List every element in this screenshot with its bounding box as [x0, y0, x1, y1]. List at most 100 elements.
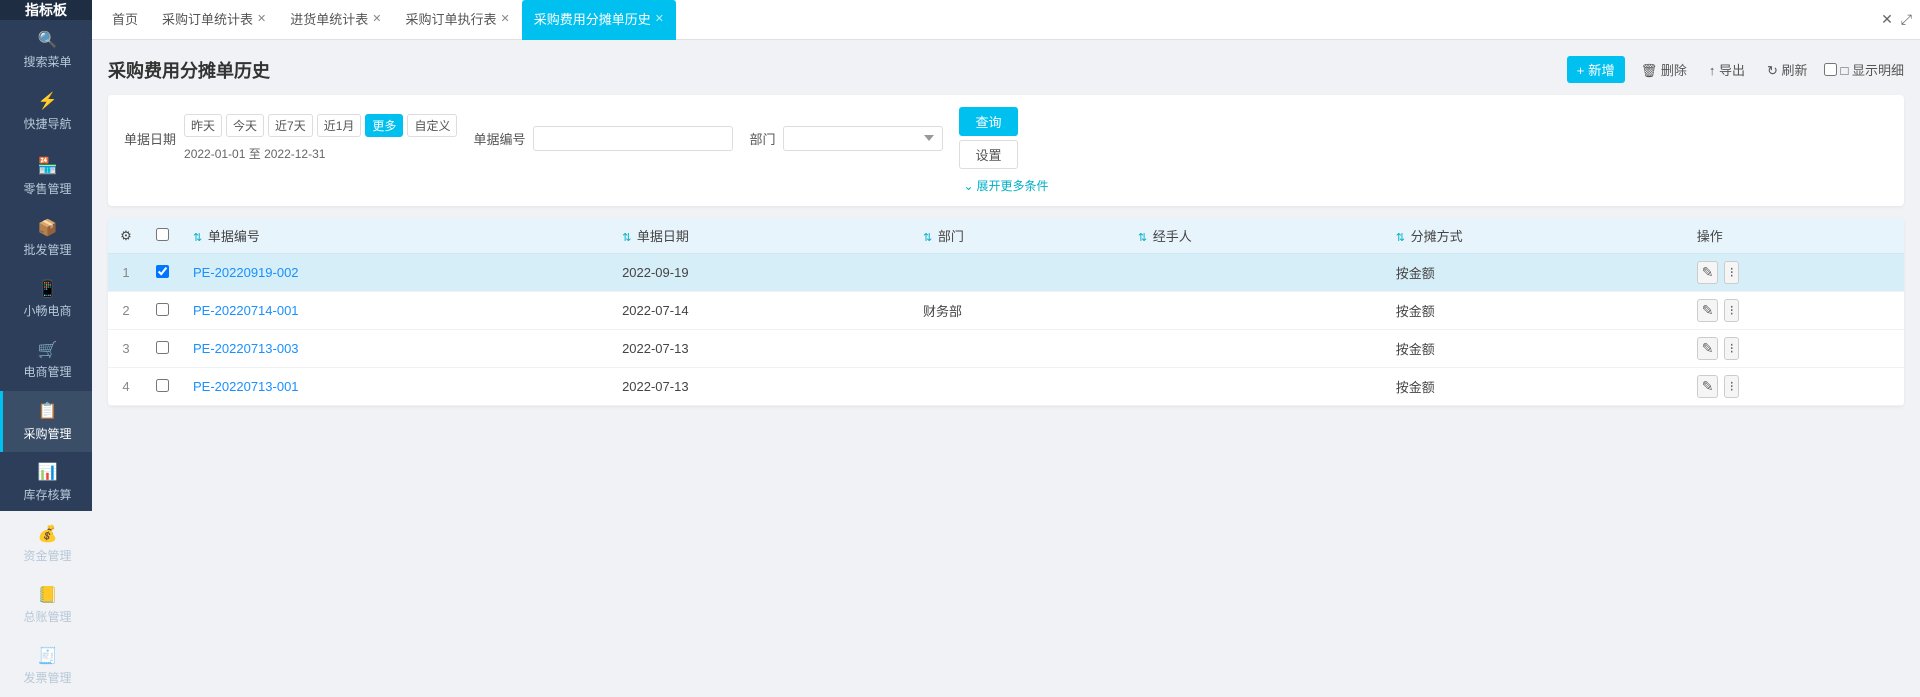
tab-import-stat[interactable]: 进货单统计表 ✕	[278, 0, 393, 40]
sidebar-item-quick[interactable]: ⚡ 快捷导航	[0, 81, 92, 142]
sidebar-item-retail[interactable]: 🏪 零售管理	[0, 146, 92, 207]
tab-home[interactable]: 首页	[100, 0, 150, 40]
docnum-input[interactable]	[533, 126, 733, 151]
date-btn-custom[interactable]: 自定义	[407, 114, 457, 137]
row-handler-3	[1126, 368, 1384, 406]
data-table: ⚙ ⇅ 单据编号 ⇅ 单据日期 ⇅	[108, 218, 1904, 406]
row-checkbox-0[interactable]	[144, 254, 181, 292]
docnum-search-group: 单据编号	[473, 126, 733, 151]
date-btn-today[interactable]: 今天	[226, 114, 264, 137]
row-dept-3	[911, 368, 1126, 406]
row-check-2[interactable]	[156, 341, 169, 354]
row-check-0[interactable]	[156, 265, 169, 278]
query-button[interactable]: 查询	[959, 107, 1017, 136]
purchase-icon: 📋	[9, 401, 86, 423]
row-split-1: 按金额	[1384, 292, 1685, 330]
sidebar-item-finance[interactable]: 💰 资金管理	[0, 514, 92, 575]
tab-close-import-stat[interactable]: ✕	[372, 12, 381, 25]
refresh-button[interactable]: ↻ 刷新	[1761, 57, 1814, 82]
th-handler[interactable]: ⇅ 经手人	[1126, 218, 1384, 254]
row-checkbox-2[interactable]	[144, 330, 181, 368]
tab-close-purchase-cost[interactable]: ✕	[655, 12, 664, 25]
tab-bar: 首页 采购订单统计表 ✕ 进货单统计表 ✕ 采购订单执行表 ✕ 采购费用分摊单历…	[92, 0, 1920, 40]
row-more-btn-0[interactable]: ⁝	[1724, 261, 1738, 284]
page-title: 采购费用分摊单历史	[108, 57, 270, 83]
doc-link-0[interactable]: PE-20220919-002	[193, 265, 299, 280]
sidebar-item-wholesale[interactable]: 📦 批发管理	[0, 208, 92, 269]
row-edit-btn-3[interactable]: ✎	[1697, 375, 1719, 398]
row-checkbox-1[interactable]	[144, 292, 181, 330]
date-btn-more[interactable]: 更多	[365, 114, 403, 137]
dept-search-group: 部门 财务部	[749, 126, 943, 151]
th-doc-date[interactable]: ⇅ 单据日期	[610, 218, 911, 254]
expand-more-btn[interactable]: ⌄ 展开更多条件	[963, 177, 1048, 194]
date-btn-yesterday[interactable]: 昨天	[184, 114, 222, 137]
row-date-2: 2022-07-13	[610, 330, 911, 368]
date-btn-7days[interactable]: 近7天	[268, 114, 313, 137]
sidebar-item-mini[interactable]: 📱 小畅电商	[0, 269, 92, 330]
tab-close-purchase-stat[interactable]: ✕	[257, 12, 266, 25]
inventory-icon: 📊	[9, 462, 86, 484]
row-checkbox-3[interactable]	[144, 368, 181, 406]
export-button[interactable]: ↑ 导出	[1703, 57, 1751, 82]
tab-close-purchase-exec[interactable]: ✕	[501, 12, 510, 25]
tab-purchase-stat[interactable]: 采购订单统计表 ✕	[150, 0, 278, 40]
th-checkbox	[144, 218, 181, 254]
date-btn-1month[interactable]: 近1月	[317, 114, 362, 137]
th-settings[interactable]: ⚙	[108, 218, 144, 254]
show-detail-input[interactable]	[1824, 63, 1837, 76]
show-detail-checkbox[interactable]: □ 显示明细	[1824, 60, 1904, 79]
sort-icon-dept: ⇅	[923, 232, 932, 244]
sidebar-item-inventory[interactable]: 📊 库存核算	[0, 452, 92, 513]
window-expand-btn[interactable]: ⤢	[1901, 11, 1912, 28]
delete-button[interactable]: 🗑 删除	[1635, 57, 1693, 82]
row-split-3: 按金额	[1384, 368, 1685, 406]
sort-icon-handler: ⇅	[1138, 232, 1147, 244]
tab-purchase-exec[interactable]: 采购订单执行表 ✕	[393, 0, 521, 40]
add-button[interactable]: + 新增	[1567, 56, 1625, 83]
row-edit-btn-0[interactable]: ✎	[1697, 261, 1719, 284]
tab-purchase-cost[interactable]: 采购费用分摊单历史 ✕	[522, 0, 676, 40]
th-split-method[interactable]: ⇅ 分摊方式	[1384, 218, 1685, 254]
row-edit-btn-1[interactable]: ✎	[1697, 299, 1719, 322]
row-more-btn-3[interactable]: ⁝	[1724, 375, 1738, 398]
sidebar-item-ecom[interactable]: 🛒 电商管理	[0, 330, 92, 391]
tab-bar-actions: ✕ ⤢	[1881, 11, 1912, 28]
window-close-btn[interactable]: ✕	[1881, 11, 1893, 28]
row-split-0: 按金额	[1384, 254, 1685, 292]
date-label: 单据日期	[124, 129, 176, 148]
quick-icon: ⚡	[9, 91, 86, 113]
row-more-btn-1[interactable]: ⁝	[1724, 299, 1738, 322]
th-dept[interactable]: ⇅ 部门	[911, 218, 1126, 254]
show-detail-label: □ 显示明细	[1841, 60, 1904, 79]
doc-link-3[interactable]: PE-20220713-001	[193, 379, 299, 394]
row-docnum-3: PE-20220713-001	[181, 368, 610, 406]
main-area: 首页 采购订单统计表 ✕ 进货单统计表 ✕ 采购订单执行表 ✕ 采购费用分摊单历…	[92, 0, 1920, 511]
search-icon: 🔍	[9, 30, 86, 52]
doc-link-2[interactable]: PE-20220713-003	[193, 341, 299, 356]
th-doc-num[interactable]: ⇅ 单据编号	[181, 218, 610, 254]
date-range-text: 2022-01-01 至 2022-12-31	[184, 145, 325, 162]
row-more-btn-2[interactable]: ⁝	[1724, 337, 1738, 360]
sidebar-item-purchase[interactable]: 📋 采购管理	[0, 391, 92, 452]
sidebar-item-ledger[interactable]: 📒 总账管理	[0, 575, 92, 636]
dept-select[interactable]: 财务部	[783, 126, 943, 151]
search-row: 单据日期 昨天 今天 近7天 近1月 更多 自定义 2022-01-01 至 2…	[124, 107, 1888, 169]
set-button[interactable]: 设置	[959, 140, 1017, 169]
doc-link-1[interactable]: PE-20220714-001	[193, 303, 299, 318]
row-handler-2	[1126, 330, 1384, 368]
row-check-3[interactable]	[156, 379, 169, 392]
select-all-checkbox[interactable]	[156, 228, 169, 241]
row-check-1[interactable]	[156, 303, 169, 316]
sort-icon-split: ⇅	[1396, 232, 1405, 244]
sidebar-item-search[interactable]: 🔍 搜索菜单	[0, 20, 92, 81]
search-area: 单据日期 昨天 今天 近7天 近1月 更多 自定义 2022-01-01 至 2…	[108, 95, 1904, 206]
row-handler-1	[1126, 292, 1384, 330]
date-search-group: 单据日期 昨天 今天 近7天 近1月 更多 自定义 2022-01-01 至 2…	[124, 114, 457, 162]
sidebar-logo: 指标板	[0, 0, 92, 20]
row-edit-btn-2[interactable]: ✎	[1697, 337, 1719, 360]
mini-icon: 📱	[9, 279, 86, 301]
sort-icon-date: ⇅	[622, 232, 631, 244]
sidebar-item-invoice[interactable]: 🧾 发票管理	[0, 636, 92, 697]
expand-row: ⌄ 展开更多条件	[124, 177, 1888, 194]
